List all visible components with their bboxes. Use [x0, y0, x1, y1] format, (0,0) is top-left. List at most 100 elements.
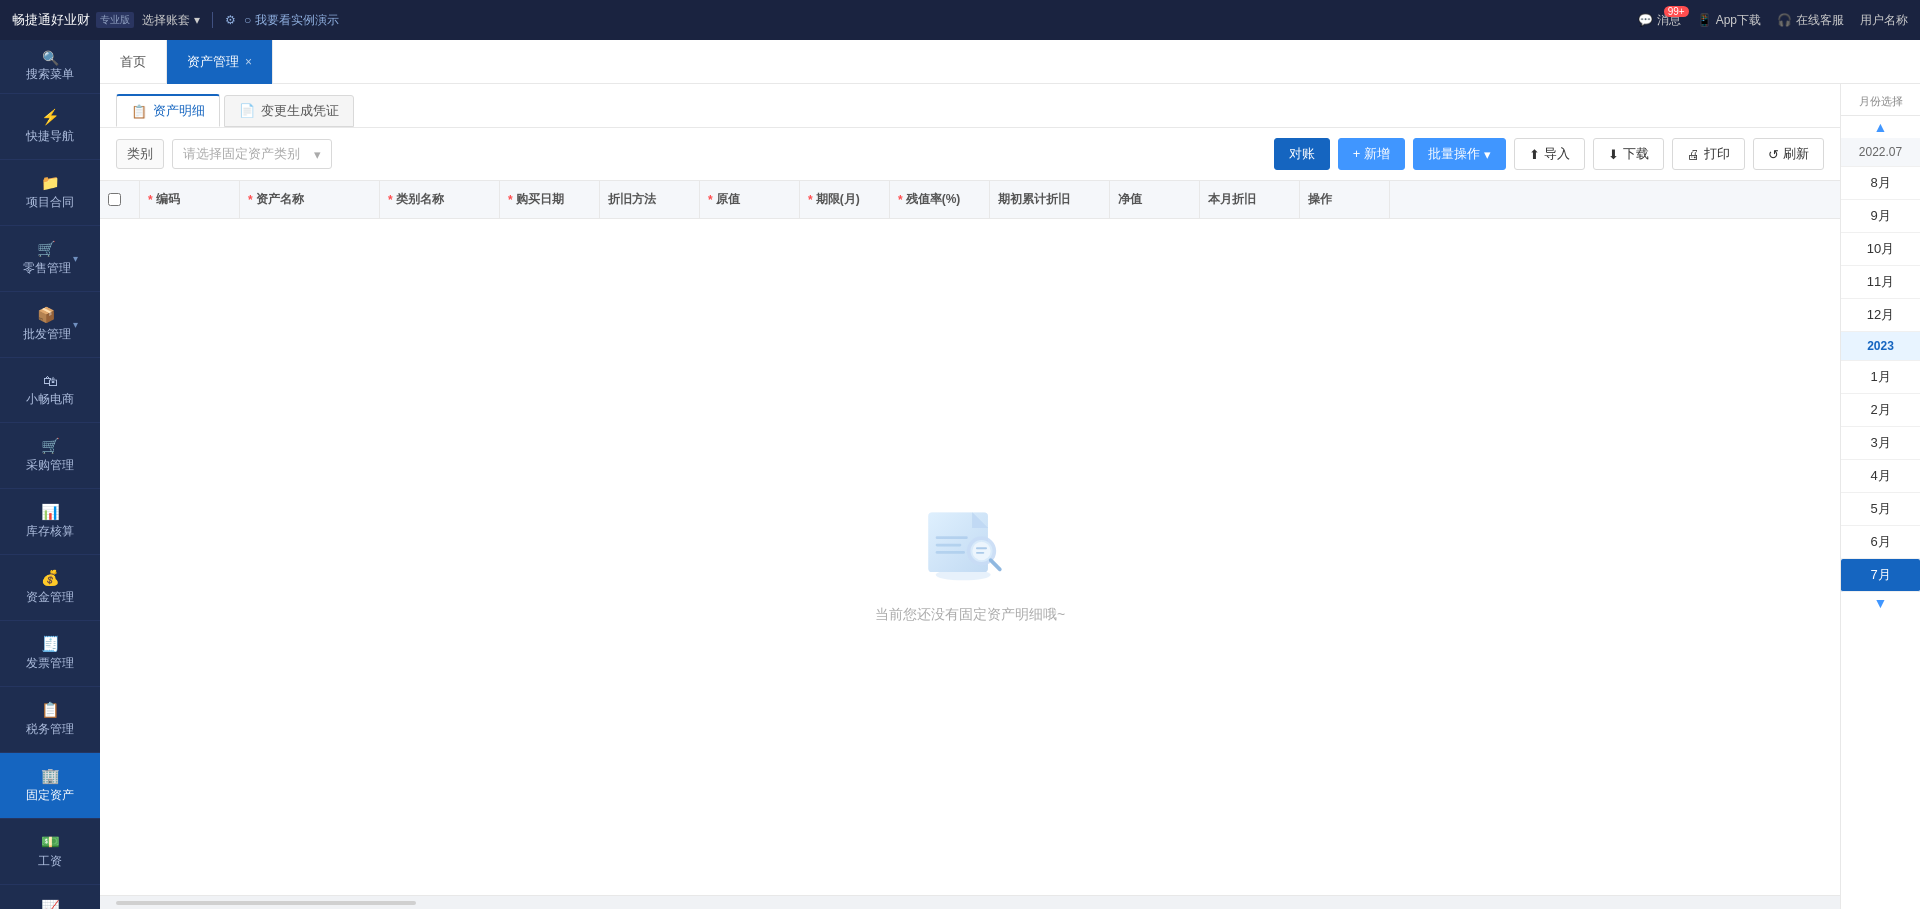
horizontal-scrollbar[interactable]	[116, 901, 416, 905]
sidebar-item-retail[interactable]: 🛒 零售管理 ▾	[0, 226, 100, 292]
month-year-2023: 2023	[1841, 332, 1920, 361]
retail-arrow-icon: ▾	[73, 253, 78, 264]
th-category-label: 类别名称	[396, 191, 444, 208]
sidebar-assets-label: 固定资产	[26, 787, 74, 804]
message-btn[interactable]: 💬 消息 99+	[1638, 12, 1681, 29]
table-header: * 编码 * 资产名称 * 类别名称 * 购买日	[100, 181, 1840, 219]
th-purchase-date: * 购买日期	[500, 181, 600, 218]
page-content: 📋 资产明细 📄 变更生成凭证 类别 请选择固定资产类别 ▾	[100, 84, 1920, 909]
svg-rect-3	[936, 536, 968, 539]
demo-btn[interactable]: ○ 我要看实例演示	[244, 12, 339, 29]
month-item-1[interactable]: 1月	[1841, 361, 1920, 394]
sub-tab-change-voucher[interactable]: 📄 变更生成凭证	[224, 95, 354, 127]
sidebar-item-inventory[interactable]: 📊 库存核算	[0, 489, 100, 555]
sidebar: 🔍 搜索菜单 ⚡ 快捷导航 📁 项目合同 🛒 零售管理 ▾	[0, 40, 100, 909]
topbar: 畅捷通好业财 专业版 选择账套 ▾ ⚙ ○ 我要看实例演示 💬 消息 99+ 📱…	[0, 0, 1920, 40]
sidebar-item-purchase[interactable]: 🛒 采购管理	[0, 423, 100, 489]
import-btn[interactable]: ⬆ 导入	[1514, 138, 1585, 170]
month-prev-btn[interactable]: ▲	[1870, 116, 1892, 138]
sidebar-project-label: 项目合同	[26, 194, 74, 211]
month-next-btn[interactable]: ▼	[1870, 592, 1892, 614]
month-item-9[interactable]: 9月	[1841, 200, 1920, 233]
month-item-2[interactable]: 2月	[1841, 394, 1920, 427]
batch-ops-btn[interactable]: 批量操作 ▾	[1413, 138, 1506, 170]
sidebar-item-batch[interactable]: 📦 批发管理 ▾	[0, 292, 100, 358]
month-item-8[interactable]: 8月	[1841, 167, 1920, 200]
sidebar-item-finance[interactable]: 💰 资金管理	[0, 555, 100, 621]
message-icon: 💬	[1638, 13, 1653, 27]
month-item-10[interactable]: 10月	[1841, 233, 1920, 266]
svg-line-9	[991, 560, 1000, 569]
month-panel: 月份选择 ▲ 2022.07 8月 9月 10月 11月 12月 2023 1月…	[1840, 84, 1920, 909]
sidebar-item-assets[interactable]: 🏢 固定资产	[0, 753, 100, 819]
month-year-2022: 2022.07	[1841, 138, 1920, 167]
app-download-btn[interactable]: 📱 App下载	[1697, 12, 1761, 29]
month-item-6[interactable]: 6月	[1841, 526, 1920, 559]
tab-assets[interactable]: 资产管理 ×	[167, 40, 273, 84]
download-btn[interactable]: ⬇ 下载	[1593, 138, 1664, 170]
th-operation-label: 操作	[1308, 191, 1332, 208]
sidebar-item-salary[interactable]: 💵 工资	[0, 819, 100, 885]
filter-arrow-icon: ▾	[314, 147, 321, 162]
account-selector[interactable]: 选择账套 ▾	[142, 12, 200, 29]
sidebar-item-tax[interactable]: 📋 税务管理	[0, 687, 100, 753]
month-item-4[interactable]: 4月	[1841, 460, 1920, 493]
print-btn[interactable]: 🖨 打印	[1672, 138, 1745, 170]
month-item-5[interactable]: 5月	[1841, 493, 1920, 526]
print-label: 打印	[1704, 145, 1730, 163]
tabbar: 首页 资产管理 ×	[100, 40, 1920, 84]
asset-detail-icon: 📋	[131, 104, 147, 119]
month-item-12[interactable]: 12月	[1841, 299, 1920, 332]
bottom-bar	[100, 895, 1840, 909]
th-depreciation-label: 折旧方法	[608, 191, 656, 208]
sidebar-invoice-label: 发票管理	[26, 655, 74, 672]
settings-icon[interactable]: ⚙	[225, 13, 236, 27]
add-label: + 新增	[1353, 145, 1390, 163]
sub-tab-asset-detail-label: 资产明细	[153, 102, 205, 120]
purchase-icon: 🛒	[26, 437, 74, 455]
filter-category-select[interactable]: 请选择固定资产类别 ▾	[172, 139, 332, 169]
empty-illustration	[910, 490, 1030, 590]
download-label: 下载	[1623, 145, 1649, 163]
add-btn[interactable]: + 新增	[1338, 138, 1405, 170]
sidebar-item-invoice[interactable]: 🧾 发票管理	[0, 621, 100, 687]
topbar-left: 畅捷通好业财 专业版 选择账套 ▾ ⚙ ○ 我要看实例演示	[12, 11, 339, 29]
sidebar-item-project[interactable]: 📁 项目合同	[0, 160, 100, 226]
sub-tab-asset-detail[interactable]: 📋 资产明细	[116, 94, 220, 127]
sidebar-item-quick-nav[interactable]: ⚡ 快捷导航	[0, 94, 100, 160]
batch-label: 批量操作	[1428, 145, 1480, 163]
th-net-value-label: 净值	[1118, 191, 1142, 208]
sidebar-item-search[interactable]: 🔍 搜索菜单	[0, 40, 100, 94]
tab-home[interactable]: 首页	[100, 40, 167, 84]
filter-category-label: 类别	[116, 139, 164, 169]
month-item-3[interactable]: 3月	[1841, 427, 1920, 460]
ecommerce-icon: 🛍	[26, 372, 74, 389]
user-avatar[interactable]: 用户名称	[1860, 12, 1908, 29]
main-layout: 🔍 搜索菜单 ⚡ 快捷导航 📁 项目合同 🛒 零售管理 ▾	[0, 40, 1920, 909]
brand-sub: 专业版	[96, 12, 134, 28]
inner-page: 📋 资产明细 📄 变更生成凭证 类别 请选择固定资产类别 ▾	[100, 84, 1840, 909]
online-service-btn[interactable]: 🎧 在线客服	[1777, 12, 1844, 29]
th-original-value-label: 原值	[716, 191, 740, 208]
sidebar-item-management[interactable]: 📈 经营管理	[0, 885, 100, 909]
th-accumulated: 期初累计折旧	[990, 181, 1110, 218]
th-category: * 类别名称	[380, 181, 500, 218]
brand-name: 畅捷通好业财	[12, 11, 90, 29]
select-all-checkbox[interactable]	[108, 193, 121, 206]
sidebar-item-ecommerce[interactable]: 🛍 小畅电商	[0, 358, 100, 423]
th-code-label: 编码	[156, 191, 180, 208]
assets-icon: 🏢	[26, 767, 74, 785]
th-purchase-date-label: 购买日期	[516, 191, 564, 208]
month-panel-title: 月份选择	[1841, 88, 1920, 116]
th-checkbox	[100, 181, 140, 218]
refresh-btn[interactable]: ↺ 刷新	[1753, 138, 1824, 170]
empty-text: 当前您还没有固定资产明细哦~	[875, 606, 1065, 624]
filter-placeholder: 请选择固定资产类别	[183, 145, 300, 163]
month-item-7[interactable]: 7月	[1841, 559, 1920, 592]
reconcile-btn[interactable]: 对账	[1274, 138, 1330, 170]
month-item-11[interactable]: 11月	[1841, 266, 1920, 299]
tab-close-btn[interactable]: ×	[245, 55, 252, 69]
sidebar-finance-label: 资金管理	[26, 589, 74, 606]
quick-nav-icon: ⚡	[26, 108, 74, 126]
refresh-label: 刷新	[1783, 145, 1809, 163]
